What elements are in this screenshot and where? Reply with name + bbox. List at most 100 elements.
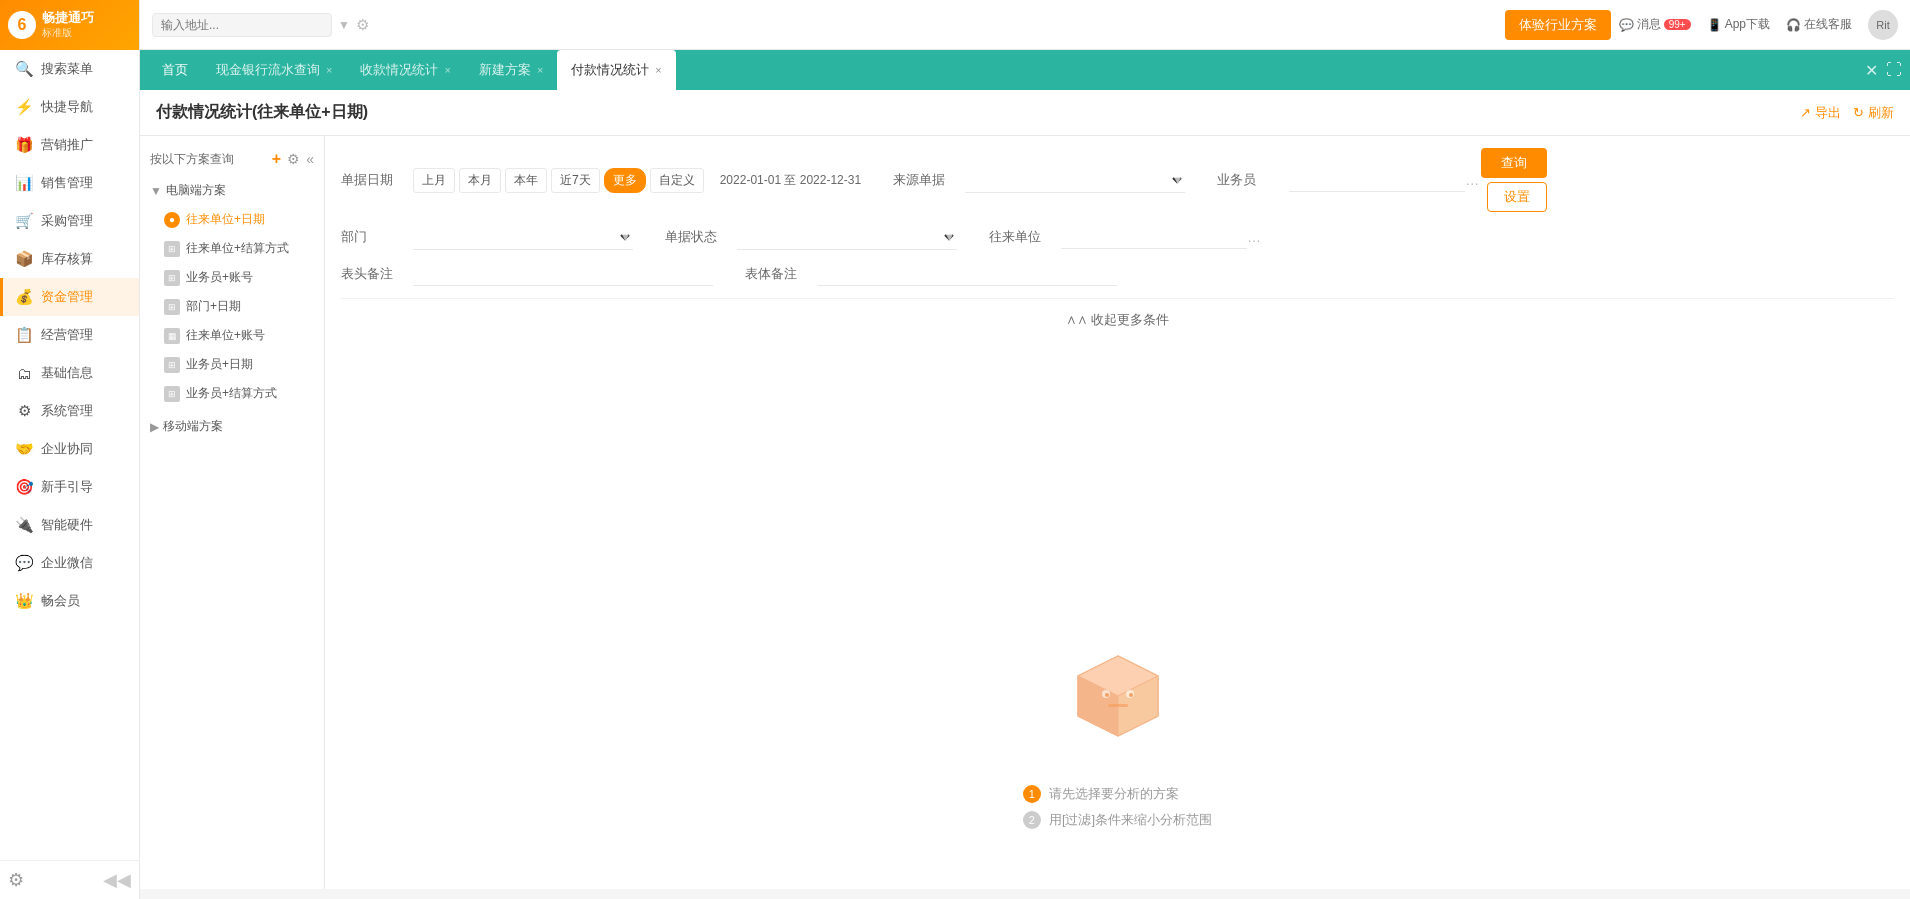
scheme-item-staff-settle[interactable]: ⊞业务员+结算方式 <box>140 379 324 408</box>
fullscreen-icon[interactable]: ⛶ <box>1886 61 1902 79</box>
partner-account-icon: ▦ <box>164 328 180 344</box>
partner-date-icon: ● <box>164 212 180 228</box>
sales-icon: 📊 <box>15 174 33 192</box>
query-btn[interactable]: 查询 <box>1481 148 1547 178</box>
tab-cash-flow[interactable]: 现金银行流水查询 × <box>202 50 346 90</box>
mobile-group-label: 移动端方案 <box>163 418 223 435</box>
dept-select[interactable] <box>413 224 633 250</box>
tab-receipts[interactable]: 收款情况统计 × <box>346 50 464 90</box>
settings-btn[interactable]: 设置 <box>1487 182 1547 212</box>
header-note-input[interactable] <box>413 262 713 286</box>
scheme-settings-icon[interactable]: ⚙ <box>287 151 300 167</box>
close-all-tabs-icon[interactable]: ✕ <box>1865 61 1878 80</box>
tab-home[interactable]: 首页 <box>148 50 202 90</box>
sidebar-item-guide[interactable]: 🎯新手引导 <box>0 468 139 506</box>
address-dropdown-icon[interactable]: ▼ <box>338 18 350 32</box>
tab-new-scheme[interactable]: 新建方案 × <box>465 50 557 90</box>
close-receipts-icon[interactable]: × <box>444 64 450 76</box>
wechat-icon: 💬 <box>15 554 33 572</box>
empty-hints: 1 请先选择要分析的方案 2 用[过滤]条件来缩小分析范围 <box>1023 785 1212 829</box>
address-input[interactable] <box>152 13 332 37</box>
add-scheme-icon[interactable]: + <box>272 150 281 168</box>
staff-dots-icon[interactable]: … <box>1465 172 1479 188</box>
sidebar-item-label: 经营管理 <box>41 326 93 344</box>
message-icon: 💬 <box>1619 18 1634 32</box>
collapse-up-icon: ∧∧ <box>1066 312 1092 327</box>
staff-settle-icon: ⊞ <box>164 386 180 402</box>
scheme-collapse-icon[interactable]: « <box>306 151 314 167</box>
scheme-item-partner-date[interactable]: ●往来单位+日期 <box>140 205 324 234</box>
scheme-item-staff-account[interactable]: ⊞业务员+账号 <box>140 263 324 292</box>
sidebar-item-finance[interactable]: 💰资金管理 <box>0 278 139 316</box>
staff-input[interactable] <box>1289 168 1465 192</box>
dept-date-icon: ⊞ <box>164 299 180 315</box>
sidebar-item-label: 搜索菜单 <box>41 60 93 78</box>
close-cash-flow-icon[interactable]: × <box>326 64 332 76</box>
online-service-action[interactable]: 🎧 在线客服 <box>1786 16 1852 33</box>
sidebar-item-hardware[interactable]: 🔌智能硬件 <box>0 506 139 544</box>
sidebar-item-sales[interactable]: 📊 销售管理 <box>0 164 139 202</box>
sidebar-item-label: 销售管理 <box>41 174 93 192</box>
tab-payment-stats[interactable]: 付款情况统计 × <box>557 50 675 90</box>
sidebar-item-system[interactable]: ⚙系统管理 <box>0 392 139 430</box>
export-btn[interactable]: ↗ 导出 <box>1800 104 1841 122</box>
date-last-7days-btn[interactable]: 近7天 <box>551 168 600 193</box>
try-industry-btn[interactable]: 体验行业方案 <box>1505 10 1611 40</box>
sidebar-item-basics[interactable]: 🗂基础信息 <box>0 354 139 392</box>
date-more-btn[interactable]: 更多 <box>604 168 646 193</box>
settings-icon[interactable]: ⚙ <box>356 16 369 34</box>
sidebar-item-label: 新手引导 <box>41 478 93 496</box>
messages-action[interactable]: 💬 消息 99+ <box>1619 16 1691 33</box>
sidebar-item-label: 畅会员 <box>41 592 80 610</box>
collapse-icon[interactable]: ◀◀ <box>103 869 131 891</box>
partner-input[interactable] <box>1061 225 1247 249</box>
scheme-item-staff-date[interactable]: ⊞业务员+日期 <box>140 350 324 379</box>
partner-account-label: 往来单位+账号 <box>186 327 265 344</box>
hint-num-1: 1 <box>1023 785 1041 803</box>
address-bar: ▼ ⚙ <box>152 13 1497 37</box>
refresh-icon: ↻ <box>1853 105 1864 120</box>
body-note-input[interactable] <box>817 262 1117 286</box>
scheme-item-dept-date[interactable]: ⊞部门+日期 <box>140 292 324 321</box>
header-note-input-wrapper <box>413 262 713 286</box>
scheme-item-partner-account[interactable]: ▦ 往来单位+账号 <box>140 321 324 350</box>
sidebar-item-member[interactable]: 👑畅会员 <box>0 582 139 620</box>
empty-illustration <box>1058 646 1178 765</box>
search-icon: 🔍 <box>15 60 33 78</box>
user-avatar[interactable]: Rit <box>1868 10 1898 40</box>
download-icon: 📱 <box>1707 18 1722 32</box>
sidebar-item-purchase[interactable]: 🛒采购管理 <box>0 202 139 240</box>
staff-input-wrapper: … <box>1289 168 1469 192</box>
partner-dots-icon[interactable]: … <box>1247 229 1261 245</box>
hint-text-1: 请先选择要分析的方案 <box>1049 785 1179 803</box>
sidebar-item-marketing[interactable]: 🎁营销推广 <box>0 126 139 164</box>
sidebar-item-search[interactable]: 🔍 搜索菜单 <box>0 50 139 88</box>
mobile-group-header[interactable]: ▶ 移动端方案 <box>140 412 324 441</box>
svg-point-7 <box>1129 693 1133 697</box>
sidebar-item-quick-nav[interactable]: ⚡快捷导航 <box>0 88 139 126</box>
desktop-group-arrow: ▼ <box>150 184 162 198</box>
sidebar-item-inventory[interactable]: 📦库存核算 <box>0 240 139 278</box>
app-download-action[interactable]: 📱 App下载 <box>1707 16 1770 33</box>
refresh-btn[interactable]: ↻ 刷新 <box>1853 104 1894 122</box>
doc-status-select[interactable] <box>737 224 957 250</box>
sidebar-item-enterprise[interactable]: 🤝企业协同 <box>0 430 139 468</box>
sidebar-item-operations[interactable]: 📋经营管理 <box>0 316 139 354</box>
source-select[interactable] <box>965 167 1185 193</box>
desktop-group-label: 电脑端方案 <box>166 182 226 199</box>
sidebar-item-wechat[interactable]: 💬企业微信 <box>0 544 139 582</box>
date-this-year-btn[interactable]: 本年 <box>505 168 547 193</box>
header-note-label: 表头备注 <box>341 265 401 283</box>
settings-icon[interactable]: ⚙ <box>8 869 24 891</box>
page-header: 付款情况统计(往来单位+日期) ↗ 导出 ↻ 刷新 <box>140 90 1910 136</box>
close-payment-stats-icon[interactable]: × <box>655 64 661 76</box>
date-last-month-btn[interactable]: 上月 <box>413 168 455 193</box>
close-new-scheme-icon[interactable]: × <box>537 64 543 76</box>
date-this-month-btn[interactable]: 本月 <box>459 168 501 193</box>
desktop-group-header[interactable]: ▼ 电脑端方案 <box>140 176 324 205</box>
doc-status-select-wrapper: ▼ <box>737 224 957 250</box>
sidebar-item-label: 库存核算 <box>41 250 93 268</box>
collapse-more-btn[interactable]: ∧∧ 收起更多条件 <box>341 298 1894 341</box>
scheme-item-partner-settle[interactable]: ⊞往来单位+结算方式 <box>140 234 324 263</box>
date-custom-btn[interactable]: 自定义 <box>650 168 704 193</box>
